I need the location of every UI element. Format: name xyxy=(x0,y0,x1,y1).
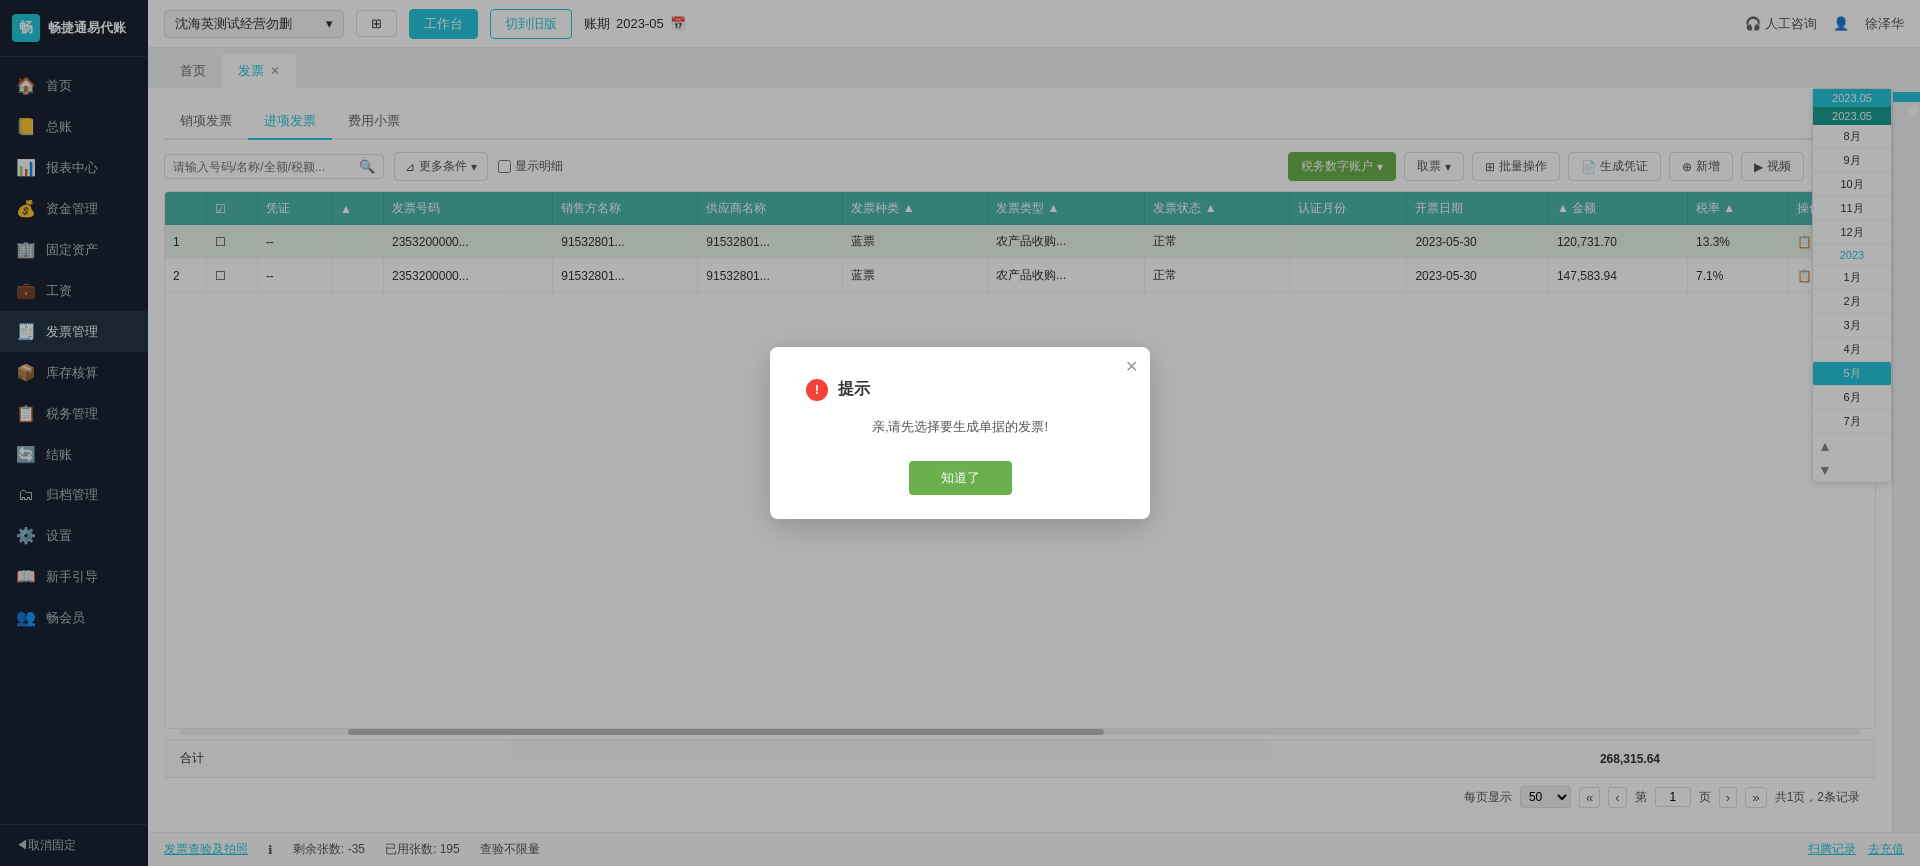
modal-body: ! 提示 亲,请先选择要生成单据的发票! 知道了 xyxy=(770,347,1150,520)
modal-message: 亲,请先选择要生成单据的发票! xyxy=(872,417,1048,438)
modal-ok-button[interactable]: 知道了 xyxy=(909,461,1012,495)
modal-warning-icon: ! xyxy=(806,379,828,401)
modal-title: 提示 xyxy=(838,379,870,400)
modal-title-row: ! 提示 xyxy=(806,379,870,401)
modal-dialog: ✕ ! 提示 亲,请先选择要生成单据的发票! 知道了 xyxy=(770,347,1150,520)
modal-overlay[interactable]: ✕ ! 提示 亲,请先选择要生成单据的发票! 知道了 xyxy=(0,0,1920,866)
modal-close-button[interactable]: ✕ xyxy=(1125,357,1138,376)
